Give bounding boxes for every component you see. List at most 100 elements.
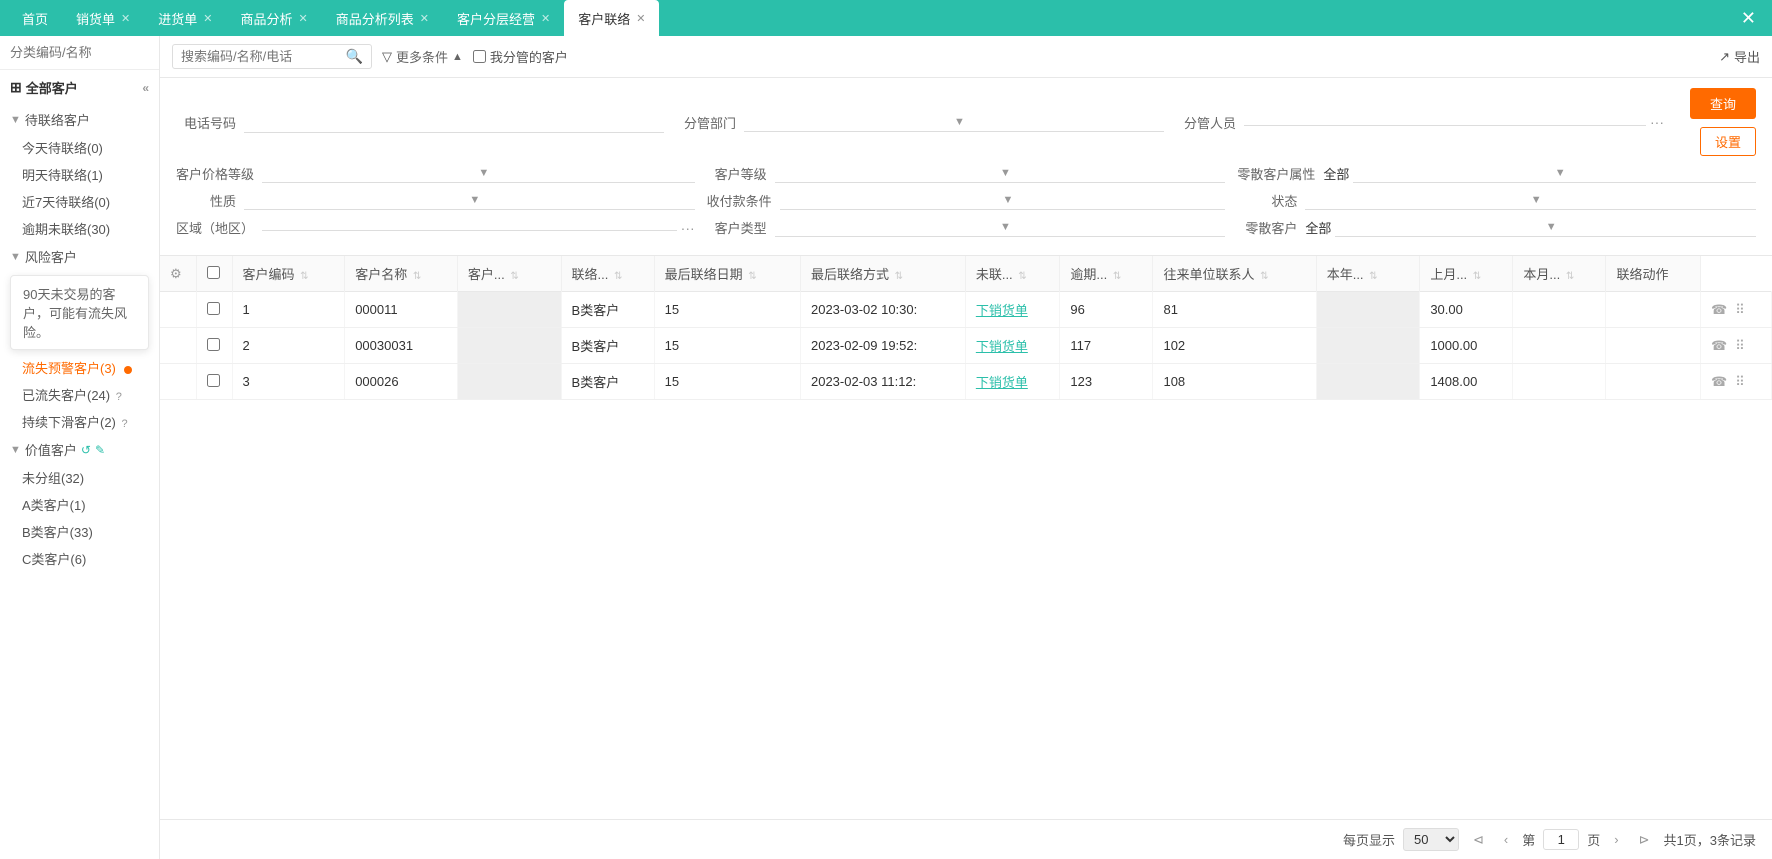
close-icon[interactable]: ✕ <box>299 12 308 25</box>
tab-customer-tier[interactable]: 客户分层经营 ✕ <box>443 0 564 36</box>
collapse-icon[interactable]: « <box>142 81 149 95</box>
tab-home[interactable]: 首页 <box>8 0 62 36</box>
sidebar-all-customers[interactable]: ⊞ 全部客户 « <box>0 70 159 105</box>
region-label: 区域（地区） <box>176 218 254 237</box>
export-btn[interactable]: ↗ 导出 <box>1719 47 1760 66</box>
page-size-select[interactable]: 50 100 200 <box>1403 828 1459 851</box>
page-input[interactable] <box>1543 829 1579 850</box>
tab-goods-analysis[interactable]: 商品分析 ✕ <box>226 0 321 36</box>
cell-checkbox[interactable] <box>196 364 232 400</box>
sidebar-group-value[interactable]: ▼ 价值客户 ↺ ✎ <box>0 435 159 464</box>
sort-icon[interactable]: ⇅ <box>300 271 308 282</box>
payment-select[interactable]: ▼ <box>780 191 1226 210</box>
sidebar-group-pending[interactable]: ▼ 待联络客户 <box>0 105 159 134</box>
sort-icon[interactable]: ⇅ <box>1018 271 1026 282</box>
sidebar-item-churned[interactable]: 已流失客户(24) ? <box>0 381 159 408</box>
search-icon[interactable]: 🔍 <box>346 48 363 65</box>
region-select[interactable] <box>262 224 677 231</box>
contact-icon[interactable]: ☎ <box>1711 374 1727 390</box>
sort-icon[interactable]: ⇅ <box>1566 271 1574 282</box>
sidebar-item-declining[interactable]: 持续下滑客户(2) ? <box>0 408 159 435</box>
page-first-btn[interactable]: ⊲ <box>1467 830 1490 850</box>
nature-select[interactable]: ▼ <box>244 191 695 210</box>
top-tab-bar: 首页 销货单 ✕ 进货单 ✕ 商品分析 ✕ 商品分析列表 ✕ 客户分层经营 ✕ … <box>0 0 1772 36</box>
sort-icon[interactable]: ⇅ <box>895 271 903 282</box>
select-all-checkbox[interactable] <box>207 266 220 279</box>
tab-customer-contact[interactable]: 客户联络 ✕ <box>564 0 659 36</box>
sidebar-item-c-class[interactable]: C类客户(6) <box>0 545 159 572</box>
th-gear[interactable]: ⚙ <box>160 256 196 292</box>
page-prev-btn[interactable]: ‹ <box>1498 830 1514 849</box>
my-customers-checkbox[interactable]: 我分管的客户 <box>473 47 568 66</box>
sidebar-item-ungroup[interactable]: 未分组(32) <box>0 464 159 491</box>
customer-tier-select[interactable]: ▼ <box>775 164 1226 183</box>
cell-contact: 15 <box>654 292 800 328</box>
more-icon[interactable]: ··· <box>681 220 695 236</box>
sidebar-group-risk[interactable]: ▼ 风险客户 <box>0 242 159 271</box>
sort-icon[interactable]: ⇅ <box>1369 271 1377 282</box>
tab-sales-order[interactable]: 销货单 ✕ <box>62 0 144 36</box>
close-icon[interactable]: ✕ <box>636 12 645 25</box>
more-conditions-btn[interactable]: ▽ 更多条件 ▲ <box>382 47 463 66</box>
sort-icon[interactable]: ⇅ <box>413 271 421 282</box>
contact-icon[interactable]: ☎ <box>1711 302 1727 318</box>
my-customers-check[interactable] <box>473 50 486 63</box>
phone-input[interactable] <box>244 111 664 133</box>
cell-code: 00030031 <box>345 328 458 364</box>
sort-icon[interactable]: ⇅ <box>1260 271 1268 282</box>
manager-select[interactable] <box>1244 119 1646 126</box>
sidebar-item-today[interactable]: 今天待联络(0) <box>0 134 159 161</box>
gear-icon[interactable]: ⚙ <box>170 266 182 281</box>
close-icon[interactable]: ✕ <box>121 12 130 25</box>
edit-icon[interactable]: ✎ <box>95 443 105 457</box>
tab-goods-analysis-list[interactable]: 商品分析列表 ✕ <box>322 0 443 36</box>
sidebar-item-tomorrow[interactable]: 明天待联络(1) <box>0 161 159 188</box>
retail-attr-select[interactable]: ▼ <box>1353 164 1756 183</box>
sort-icon[interactable]: ⇅ <box>510 271 518 282</box>
more-icon[interactable]: ··· <box>1650 114 1664 130</box>
th-checkbox[interactable] <box>196 256 232 292</box>
sidebar-item-7days[interactable]: 近7天待联络(0) <box>0 188 159 215</box>
close-icon[interactable]: ✕ <box>203 12 212 25</box>
filter-row-2: 客户价格等级 ▼ 客户等级 ▼ 零散客户属性 全部 <box>176 164 1756 183</box>
cell-action[interactable]: ☎ ⠿ <box>1701 364 1772 400</box>
sidebar-search-input[interactable] <box>10 45 160 60</box>
retail-customer-select[interactable]: ▼ <box>1335 218 1756 237</box>
query-button[interactable]: 查询 <box>1690 88 1756 119</box>
cell-checkbox[interactable] <box>196 328 232 364</box>
sort-icon[interactable]: ⇅ <box>748 271 756 282</box>
sidebar-item-churn-warning[interactable]: 流失预警客户(3) <box>0 354 159 381</box>
more-action-icon[interactable]: ⠿ <box>1735 338 1745 354</box>
cell-last-method[interactable]: 下销货单 <box>965 292 1060 328</box>
cell-last-method[interactable]: 下销货单 <box>965 328 1060 364</box>
dept-select[interactable]: ▼ <box>744 113 1164 132</box>
search-input[interactable] <box>181 49 342 64</box>
sidebar-item-overdue[interactable]: 逾期未联络(30) <box>0 215 159 242</box>
close-icon[interactable]: ✕ <box>541 12 550 25</box>
close-icon[interactable]: ✕ <box>420 12 429 25</box>
sort-icon[interactable]: ⇅ <box>1113 271 1121 282</box>
sort-icon[interactable]: ⇅ <box>614 271 622 282</box>
tab-purchase[interactable]: 进货单 ✕ <box>144 0 226 36</box>
cell-action[interactable]: ☎ ⠿ <box>1701 328 1772 364</box>
page-next-btn[interactable]: › <box>1608 830 1624 849</box>
sort-icon[interactable]: ⇅ <box>1473 271 1481 282</box>
th-name: 客户名称 ⇅ <box>345 256 458 292</box>
more-action-icon[interactable]: ⠿ <box>1735 302 1745 318</box>
page-last-btn[interactable]: ⊳ <box>1633 830 1656 850</box>
cell-checkbox[interactable] <box>196 292 232 328</box>
more-action-icon[interactable]: ⠿ <box>1735 374 1745 390</box>
cell-last-date: 2023-03-02 10:30: <box>800 292 965 328</box>
status-select[interactable]: ▼ <box>1305 191 1756 210</box>
customer-type-select[interactable]: ▼ <box>775 218 1226 237</box>
contact-icon[interactable]: ☎ <box>1711 338 1727 354</box>
settings-button[interactable]: 设置 <box>1700 127 1756 156</box>
price-tier-select[interactable]: ▼ <box>262 164 695 183</box>
cell-action[interactable]: ☎ ⠿ <box>1701 292 1772 328</box>
sidebar-item-b-class[interactable]: B类客户(33) <box>0 518 159 545</box>
sidebar-item-a-class[interactable]: A类客户(1) <box>0 491 159 518</box>
window-close-button[interactable]: ✕ <box>1733 8 1764 29</box>
refresh-icon[interactable]: ↺ <box>81 443 91 457</box>
cell-this-year: 1408.00 <box>1420 364 1513 400</box>
cell-last-method[interactable]: 下销货单 <box>965 364 1060 400</box>
